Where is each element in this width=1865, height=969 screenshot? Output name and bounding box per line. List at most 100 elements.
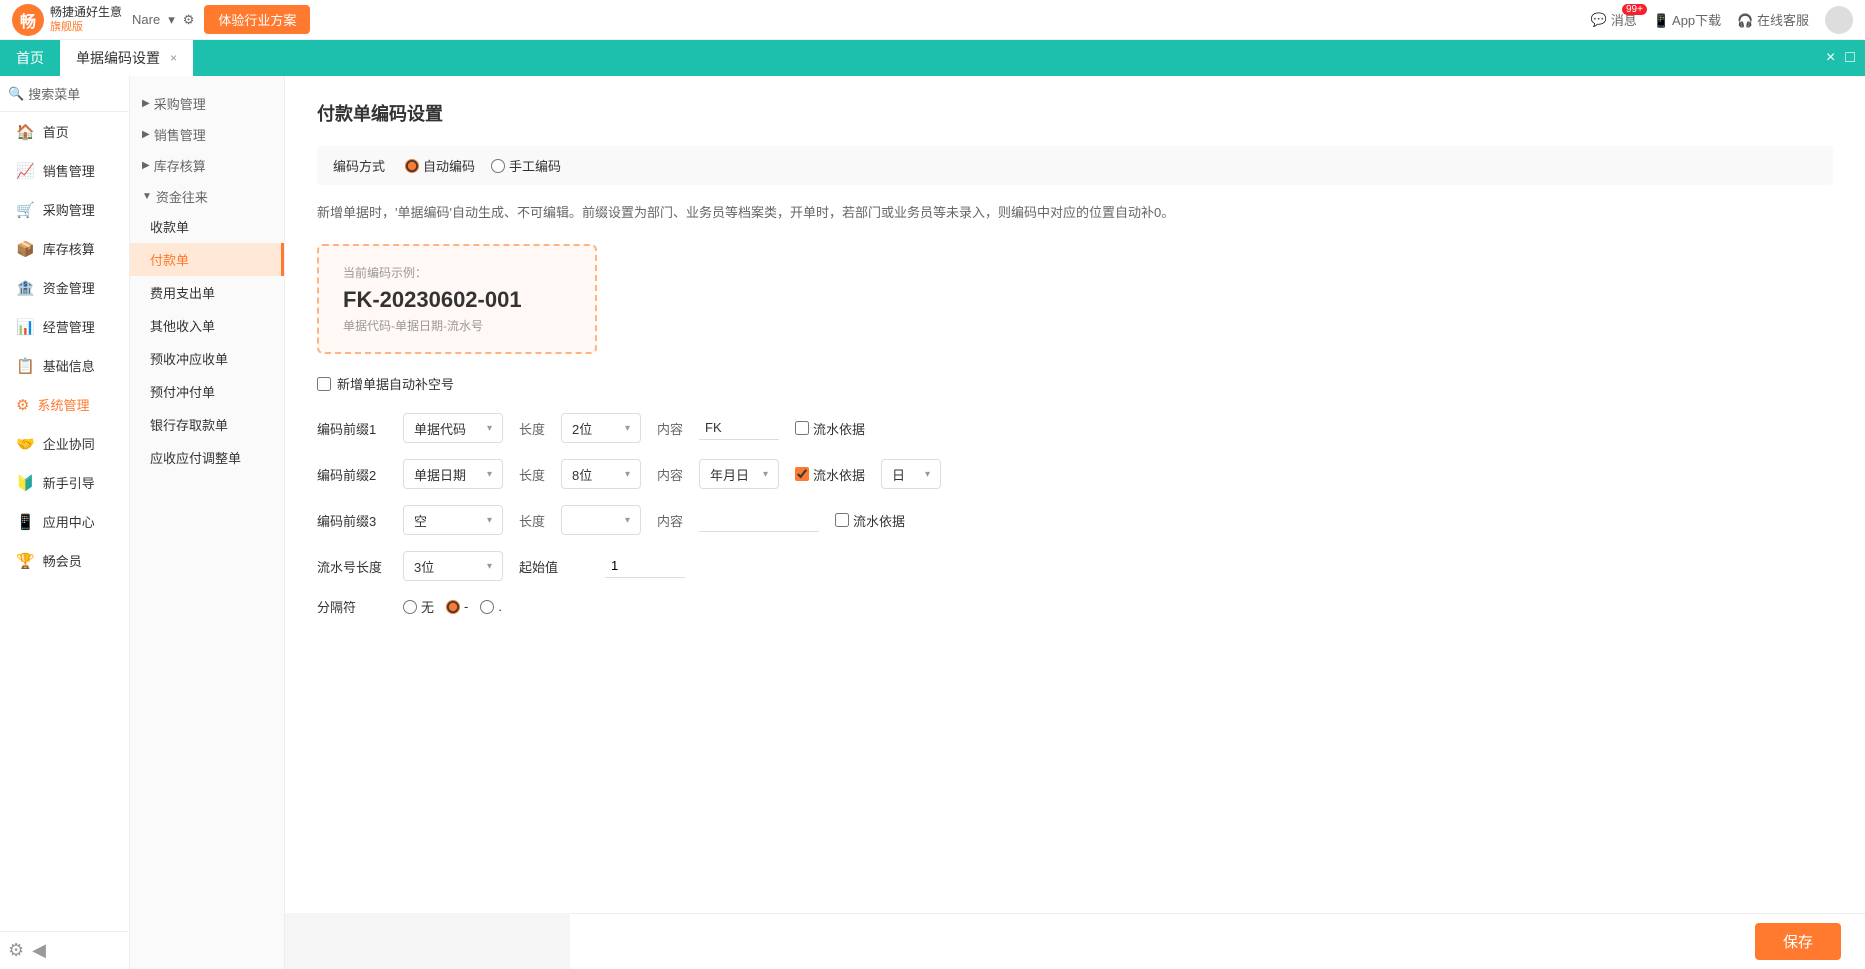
sub-group-label: 库存核算	[154, 156, 206, 175]
serial-length-select[interactable]: 3位 ▾	[403, 551, 503, 581]
sidebar-item-basic[interactable]: 📋 基础信息	[0, 346, 129, 385]
sep-dash-option[interactable]: -	[446, 599, 468, 614]
nav-settings-icon[interactable]: ⚙	[183, 12, 195, 28]
sidebar-item-label: 资金管理	[43, 278, 95, 297]
stream1-checkbox[interactable]	[795, 421, 809, 435]
tab-encode-settings[interactable]: 单据编码设置 ×	[60, 40, 193, 76]
sidebar-collapse-icon[interactable]: ◀	[32, 940, 46, 961]
trial-button[interactable]: 体验行业方案	[204, 5, 310, 34]
form-row-prefix2: 编码前缀2 单据日期 ▾ 长度 8位 ▾ 内容 年月日 ▾ 流水依据	[317, 459, 1833, 489]
purchase-icon: 🛒	[16, 201, 35, 219]
sub-group-label: 销售管理	[154, 125, 206, 144]
sub-item-prepay-payable[interactable]: 预付冲付单	[130, 375, 284, 408]
content1-input[interactable]	[699, 416, 779, 440]
app-download-button[interactable]: 📱 App下载	[1653, 10, 1721, 29]
length1-select[interactable]: 2位 ▾	[561, 413, 641, 443]
sub-group-inventory[interactable]: ▶ 库存核算	[130, 148, 284, 179]
sub-group-sales[interactable]: ▶ 销售管理	[130, 117, 284, 148]
content3-input[interactable]	[699, 508, 819, 532]
sub-item-adjust[interactable]: 应收应付调整单	[130, 441, 284, 474]
sidebar-item-apps[interactable]: 📱 应用中心	[0, 502, 129, 541]
sidebar-settings-icon[interactable]: ⚙	[8, 940, 24, 961]
sidebar-item-member[interactable]: 🏆 畅会员	[0, 541, 129, 580]
auto-code-option[interactable]: 自动编码	[405, 156, 475, 175]
tab-close-icon[interactable]: ×	[170, 51, 177, 65]
online-service-button[interactable]: 🎧 在线客服	[1737, 10, 1809, 29]
sidebar-item-system[interactable]: ⚙ 系统管理	[0, 385, 129, 424]
auto-fill-checkbox[interactable]	[317, 377, 331, 391]
serial-length-value: 3位	[414, 557, 434, 576]
sep-dot-label: .	[498, 599, 502, 614]
top-bar-nav: Nare ▾ ⚙	[132, 12, 194, 28]
stream2-check-label[interactable]: 流水依据	[795, 465, 865, 484]
sidebar-item-home[interactable]: 🏠 首页	[0, 112, 129, 151]
code-method-label: 编码方式	[333, 156, 385, 175]
sidebar-item-newbie[interactable]: 🔰 新手引导	[0, 463, 129, 502]
sub-item-prepay-receivable[interactable]: 预收冲应收单	[130, 342, 284, 375]
sidebar-search[interactable]: 🔍 搜索菜单	[0, 76, 129, 112]
start-value-label: 起始值	[519, 557, 589, 576]
length1-value: 2位	[572, 419, 592, 438]
sidebar-item-enterprise[interactable]: 🤝 企业协同	[0, 424, 129, 463]
manual-code-option[interactable]: 手工编码	[491, 156, 561, 175]
top-bar-right: 💬 消息 99+ 📱 App下载 🎧 在线客服	[1591, 6, 1853, 34]
manual-code-radio[interactable]	[491, 159, 505, 173]
tab-expand-icon[interactable]: ×	[1826, 49, 1835, 67]
prefix2-label: 编码前缀2	[317, 465, 387, 484]
enterprise-icon: 🤝	[16, 435, 35, 453]
sep-dot-radio[interactable]	[480, 600, 494, 614]
preview-label: 当前编码示例：	[343, 264, 571, 281]
sub-group-finance[interactable]: ▼ 资金往来	[130, 179, 284, 210]
tab-encode-label: 单据编码设置	[76, 48, 160, 68]
sep-dot-option[interactable]: .	[480, 599, 502, 614]
tab-fullscreen-icon[interactable]: □	[1845, 49, 1855, 67]
sub-item-payment[interactable]: 付款单	[130, 243, 284, 276]
start-value-input[interactable]	[605, 554, 685, 578]
avatar[interactable]	[1825, 6, 1853, 34]
stream2-label: 流水依据	[813, 465, 865, 484]
stream-period-select[interactable]: 日 ▾	[881, 459, 941, 489]
prefix1-select[interactable]: 单据代码 ▾	[403, 413, 503, 443]
message-badge: 99+	[1622, 4, 1647, 15]
sidebar-item-label: 基础信息	[43, 356, 95, 375]
stream2-checkbox[interactable]	[795, 467, 809, 481]
code-method-radio-group: 自动编码 手工编码	[405, 156, 561, 175]
stream3-check-label[interactable]: 流水依据	[835, 511, 905, 530]
stream1-check-label[interactable]: 流水依据	[795, 419, 865, 438]
content2-select[interactable]: 年月日 ▾	[699, 459, 779, 489]
auto-code-radio[interactable]	[405, 159, 419, 173]
main-layout: 🔍 搜索菜单 🏠 首页 📈 销售管理 🛒 采购管理 📦 库存核算 🏦 资金管理 …	[0, 76, 1865, 969]
sep-dash-label: -	[464, 599, 468, 614]
length2-select[interactable]: 8位 ▾	[561, 459, 641, 489]
sep-none-radio[interactable]	[403, 600, 417, 614]
sidebar-item-inventory[interactable]: 📦 库存核算	[0, 229, 129, 268]
prefix2-select[interactable]: 单据日期 ▾	[403, 459, 503, 489]
sub-item-receipt[interactable]: 收款单	[130, 210, 284, 243]
length3-label: 长度	[519, 511, 545, 530]
sub-group-purchase[interactable]: ▶ 采购管理	[130, 86, 284, 117]
sidebar: 🔍 搜索菜单 🏠 首页 📈 销售管理 🛒 采购管理 📦 库存核算 🏦 资金管理 …	[0, 76, 130, 969]
tab-home[interactable]: 首页	[0, 40, 60, 76]
length3-select[interactable]: ▾	[561, 505, 641, 535]
nav-dropdown-icon[interactable]: ▾	[168, 12, 175, 28]
sub-item-bank-deposit[interactable]: 银行存取款单	[130, 408, 284, 441]
sidebar-item-purchase[interactable]: 🛒 采购管理	[0, 190, 129, 229]
sidebar-item-label: 经营管理	[43, 317, 95, 336]
stream3-checkbox[interactable]	[835, 513, 849, 527]
auto-code-label: 自动编码	[423, 156, 475, 175]
sep-dash-radio[interactable]	[446, 600, 460, 614]
prefix3-select[interactable]: 空 ▾	[403, 505, 503, 535]
sep-none-label: 无	[421, 597, 434, 616]
sub-item-other-income[interactable]: 其他收入单	[130, 309, 284, 342]
save-button[interactable]: 保存	[1755, 923, 1841, 960]
sidebar-item-finance[interactable]: 🏦 资金管理	[0, 268, 129, 307]
brand-text: 畅捷通好生意 旗舰版	[50, 5, 122, 35]
sub-item-expense[interactable]: 费用支出单	[130, 276, 284, 309]
message-button[interactable]: 💬 消息 99+	[1591, 10, 1637, 29]
basic-icon: 📋	[16, 357, 35, 375]
sidebar-item-operation[interactable]: 📊 经营管理	[0, 307, 129, 346]
prefix1-value: 单据代码	[414, 419, 466, 438]
content3-label: 内容	[657, 511, 683, 530]
sidebar-item-sales[interactable]: 📈 销售管理	[0, 151, 129, 190]
sep-none-option[interactable]: 无	[403, 597, 434, 616]
